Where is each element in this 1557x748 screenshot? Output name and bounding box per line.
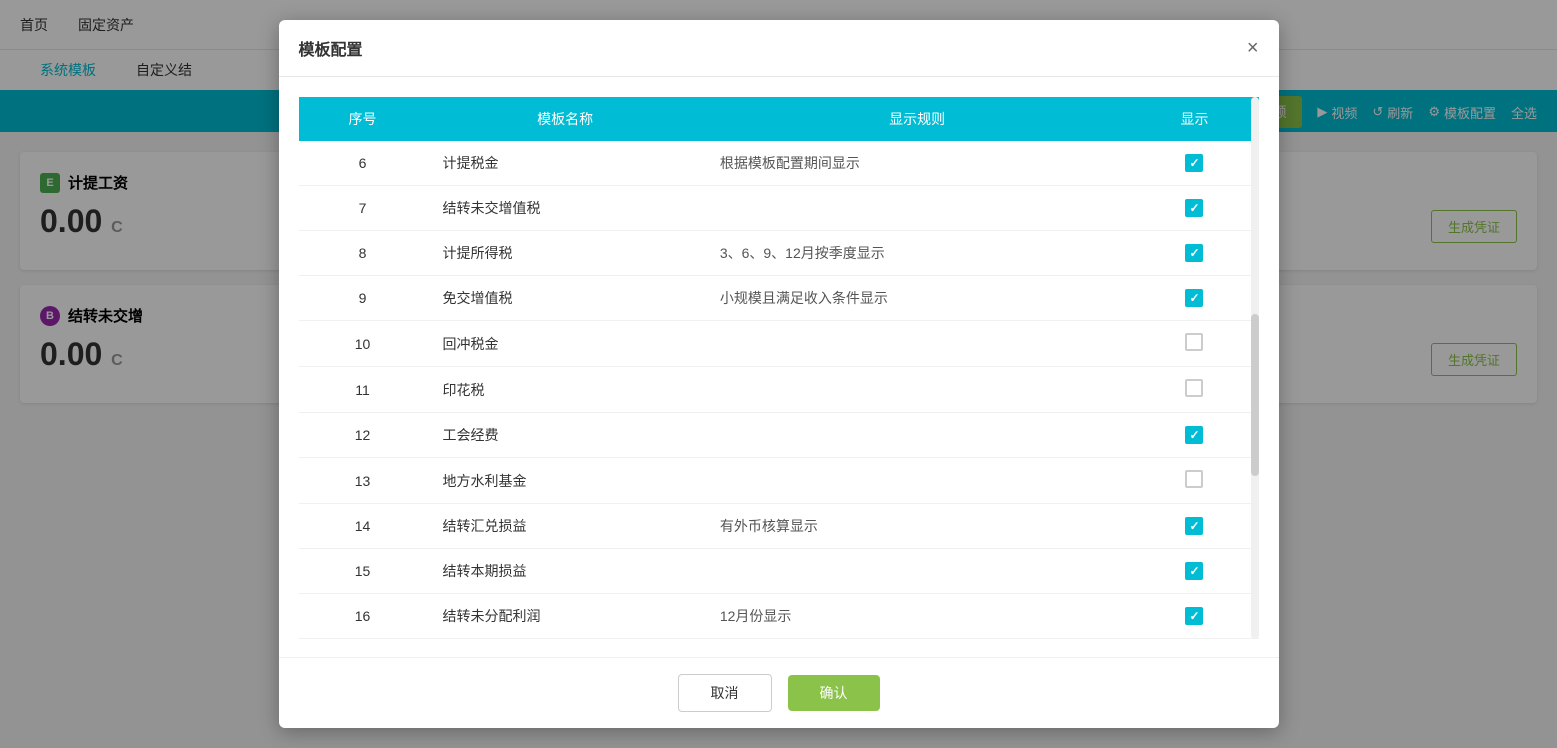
row-index: 16 bbox=[299, 594, 427, 639]
row-name: 结转未交增值税 bbox=[427, 186, 704, 231]
row-checkbox-cell bbox=[1130, 321, 1258, 367]
row-name: 地方水利基金 bbox=[427, 458, 704, 504]
row-rule bbox=[704, 549, 1131, 594]
row-rule: 小规模且满足收入条件显示 bbox=[704, 276, 1131, 321]
table-row: 13地方水利基金 bbox=[299, 458, 1259, 504]
modal-body: 序号 模板名称 显示规则 显示 6计提税金根据模板配置期间显示7结转未交增值税8… bbox=[279, 77, 1279, 657]
row-index: 7 bbox=[299, 186, 427, 231]
row-rule: 有外币核算显示 bbox=[704, 504, 1131, 549]
row-name: 印花税 bbox=[427, 367, 704, 413]
row-rule: 根据模板配置期间显示 bbox=[704, 141, 1131, 186]
row-checkbox[interactable] bbox=[1185, 426, 1203, 444]
row-checkbox[interactable] bbox=[1185, 244, 1203, 262]
row-checkbox[interactable] bbox=[1185, 199, 1203, 217]
row-checkbox-cell bbox=[1130, 231, 1258, 276]
row-checkbox[interactable] bbox=[1185, 154, 1203, 172]
row-index: 13 bbox=[299, 458, 427, 504]
row-index: 8 bbox=[299, 231, 427, 276]
config-table: 序号 模板名称 显示规则 显示 6计提税金根据模板配置期间显示7结转未交增值税8… bbox=[299, 97, 1259, 639]
row-checkbox-cell bbox=[1130, 549, 1258, 594]
row-checkbox-cell bbox=[1130, 458, 1258, 504]
modal-footer: 取消 确认 bbox=[279, 657, 1279, 728]
row-name: 结转未分配利润 bbox=[427, 594, 704, 639]
table-body: 6计提税金根据模板配置期间显示7结转未交增值税8计提所得税3、6、9、12月按季… bbox=[299, 141, 1259, 639]
row-name: 计提税金 bbox=[427, 141, 704, 186]
row-name: 结转汇兑损益 bbox=[427, 504, 704, 549]
row-index: 14 bbox=[299, 504, 427, 549]
modal-overlay: 模板配置 × 序号 模板名称 显示规则 显示 6计提税金根据模板配置期间显 bbox=[0, 0, 1557, 748]
row-checkbox-cell bbox=[1130, 413, 1258, 458]
template-config-modal: 模板配置 × 序号 模板名称 显示规则 显示 6计提税金根据模板配置期间显 bbox=[279, 20, 1279, 728]
modal-title: 模板配置 bbox=[299, 36, 363, 60]
col-rule: 显示规则 bbox=[704, 97, 1131, 141]
row-rule bbox=[704, 367, 1131, 413]
row-checkbox-cell bbox=[1130, 367, 1258, 413]
row-index: 10 bbox=[299, 321, 427, 367]
row-checkbox-cell bbox=[1130, 594, 1258, 639]
row-checkbox[interactable] bbox=[1185, 607, 1203, 625]
col-show: 显示 bbox=[1130, 97, 1258, 141]
row-index: 9 bbox=[299, 276, 427, 321]
row-checkbox[interactable] bbox=[1185, 562, 1203, 580]
table-row: 14结转汇兑损益有外币核算显示 bbox=[299, 504, 1259, 549]
row-checkbox-cell bbox=[1130, 504, 1258, 549]
table-row: 7结转未交增值税 bbox=[299, 186, 1259, 231]
row-rule bbox=[704, 321, 1131, 367]
row-index: 11 bbox=[299, 367, 427, 413]
table-wrapper: 序号 模板名称 显示规则 显示 6计提税金根据模板配置期间显示7结转未交增值税8… bbox=[299, 97, 1259, 639]
table-header-row: 序号 模板名称 显示规则 显示 bbox=[299, 97, 1259, 141]
row-index: 12 bbox=[299, 413, 427, 458]
table-row: 11印花税 bbox=[299, 367, 1259, 413]
row-checkbox[interactable] bbox=[1185, 517, 1203, 535]
table-row: 9免交增值税小规模且满足收入条件显示 bbox=[299, 276, 1259, 321]
cancel-button[interactable]: 取消 bbox=[678, 674, 772, 712]
row-checkbox-cell bbox=[1130, 141, 1258, 186]
col-index: 序号 bbox=[299, 97, 427, 141]
row-rule: 12月份显示 bbox=[704, 594, 1131, 639]
row-checkbox[interactable] bbox=[1185, 379, 1203, 397]
table-row: 15结转本期损益 bbox=[299, 549, 1259, 594]
row-name: 回冲税金 bbox=[427, 321, 704, 367]
row-index: 15 bbox=[299, 549, 427, 594]
row-checkbox[interactable] bbox=[1185, 333, 1203, 351]
row-name: 工会经费 bbox=[427, 413, 704, 458]
scrollbar-track[interactable] bbox=[1251, 97, 1259, 639]
row-checkbox[interactable] bbox=[1185, 289, 1203, 307]
col-name: 模板名称 bbox=[427, 97, 704, 141]
confirm-button[interactable]: 确认 bbox=[788, 675, 880, 711]
table-row: 6计提税金根据模板配置期间显示 bbox=[299, 141, 1259, 186]
row-checkbox-cell bbox=[1130, 186, 1258, 231]
row-rule bbox=[704, 186, 1131, 231]
table-row: 10回冲税金 bbox=[299, 321, 1259, 367]
row-rule bbox=[704, 458, 1131, 504]
table-row: 8计提所得税3、6、9、12月按季度显示 bbox=[299, 231, 1259, 276]
row-name: 结转本期损益 bbox=[427, 549, 704, 594]
row-index: 6 bbox=[299, 141, 427, 186]
modal-header: 模板配置 × bbox=[279, 20, 1279, 77]
row-rule: 3、6、9、12月按季度显示 bbox=[704, 231, 1131, 276]
modal-close-button[interactable]: × bbox=[1247, 38, 1259, 58]
row-rule bbox=[704, 413, 1131, 458]
row-checkbox[interactable] bbox=[1185, 470, 1203, 488]
table-row: 12工会经费 bbox=[299, 413, 1259, 458]
row-name: 计提所得税 bbox=[427, 231, 704, 276]
row-checkbox-cell bbox=[1130, 276, 1258, 321]
scrollbar-thumb[interactable] bbox=[1251, 314, 1259, 477]
table-row: 16结转未分配利润12月份显示 bbox=[299, 594, 1259, 639]
row-name: 免交增值税 bbox=[427, 276, 704, 321]
